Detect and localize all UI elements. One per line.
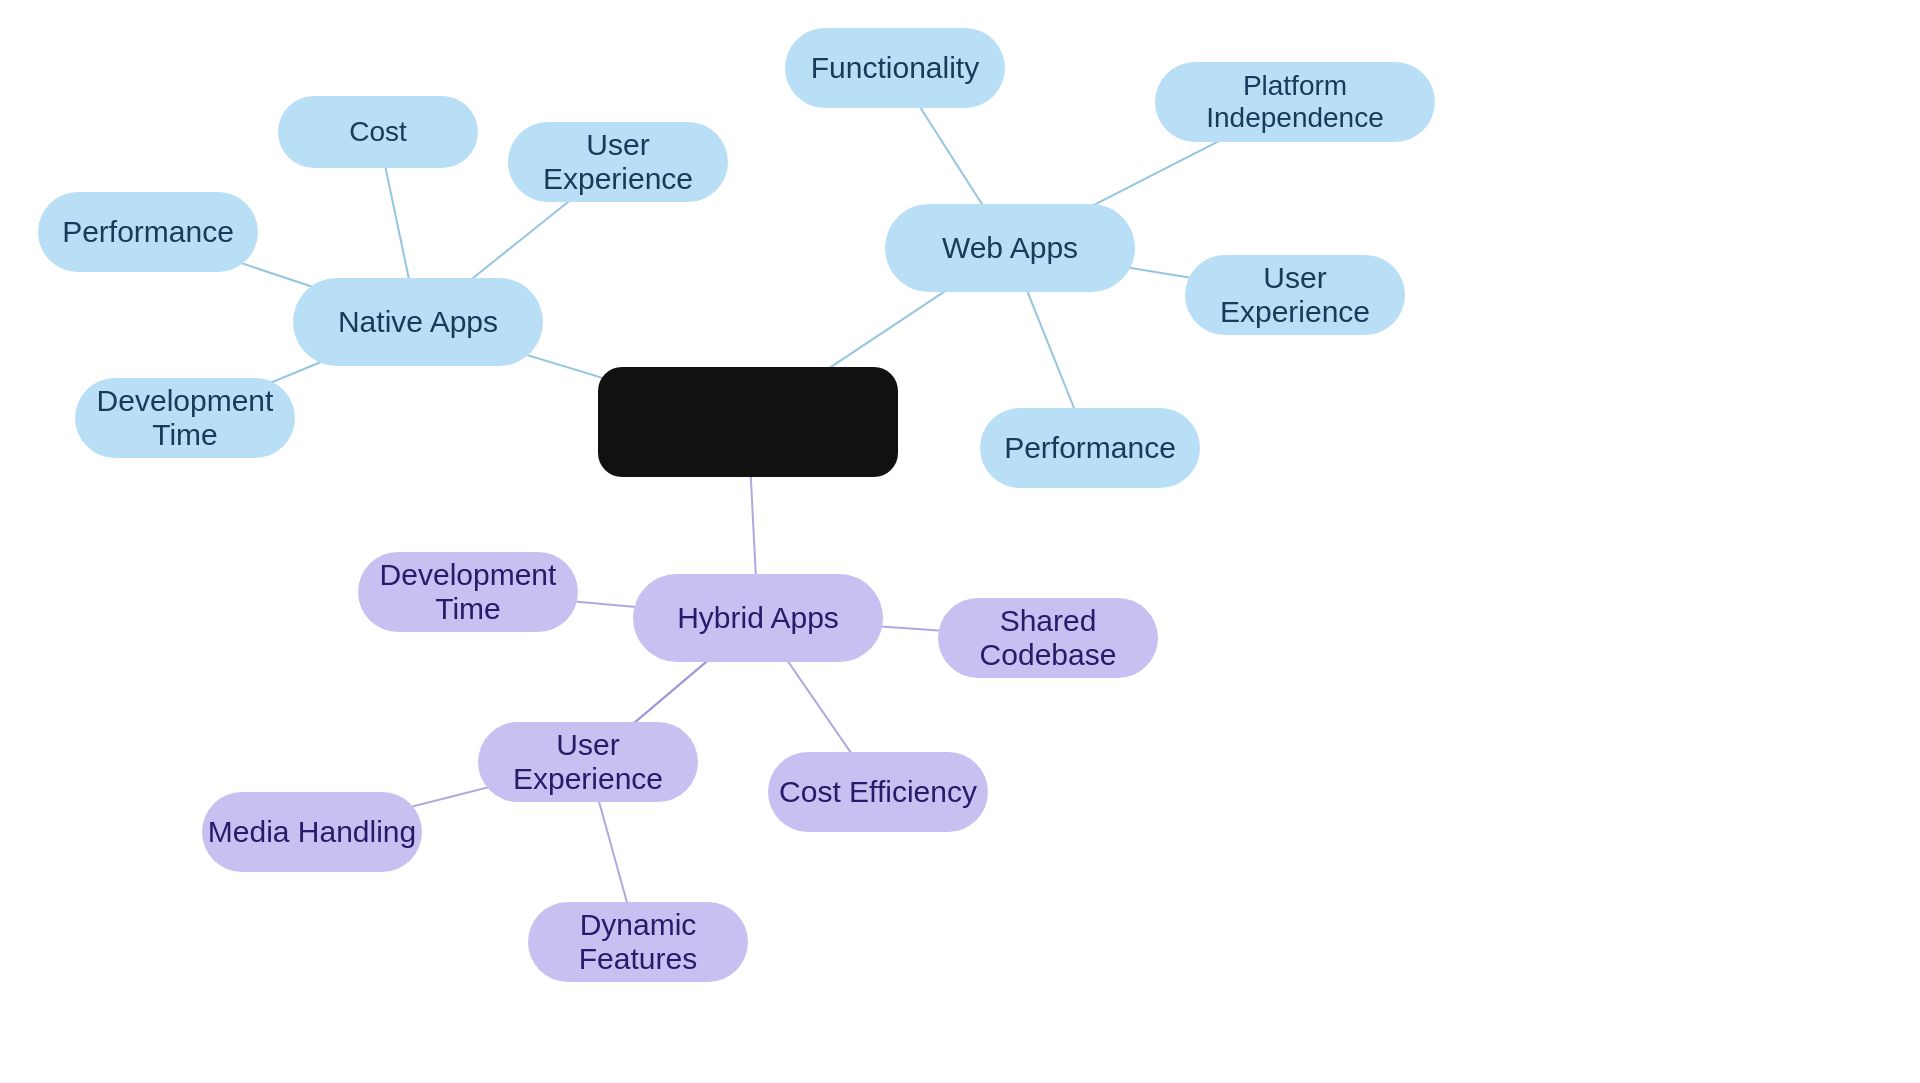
hybrid-apps-node: Hybrid Apps xyxy=(633,574,883,662)
hybrid-media-handling-node: Media Handling xyxy=(202,792,422,872)
web-performance-node: Performance xyxy=(980,408,1200,488)
hybrid-dynamic-features-node: Dynamic Features xyxy=(528,902,748,982)
center-node xyxy=(598,367,898,477)
web-user-experience-node: User Experience xyxy=(1185,255,1405,335)
web-functionality-node: Functionality xyxy=(785,28,1005,108)
hybrid-cost-efficiency-node: Cost Efficiency xyxy=(768,752,988,832)
native-development-time-node: Development Time xyxy=(75,378,295,458)
hybrid-shared-codebase-node: Shared Codebase xyxy=(938,598,1158,678)
native-performance-node: Performance xyxy=(38,192,258,272)
native-cost-node: Cost xyxy=(278,96,478,168)
hybrid-development-time-node: Development Time xyxy=(358,552,578,632)
web-platform-independence-node: Platform Independence xyxy=(1155,62,1435,142)
native-user-experience-node: User Experience xyxy=(508,122,728,202)
web-apps-node: Web Apps xyxy=(885,204,1135,292)
native-apps-node: Native Apps xyxy=(293,278,543,366)
hybrid-user-experience-node: User Experience xyxy=(478,722,698,802)
